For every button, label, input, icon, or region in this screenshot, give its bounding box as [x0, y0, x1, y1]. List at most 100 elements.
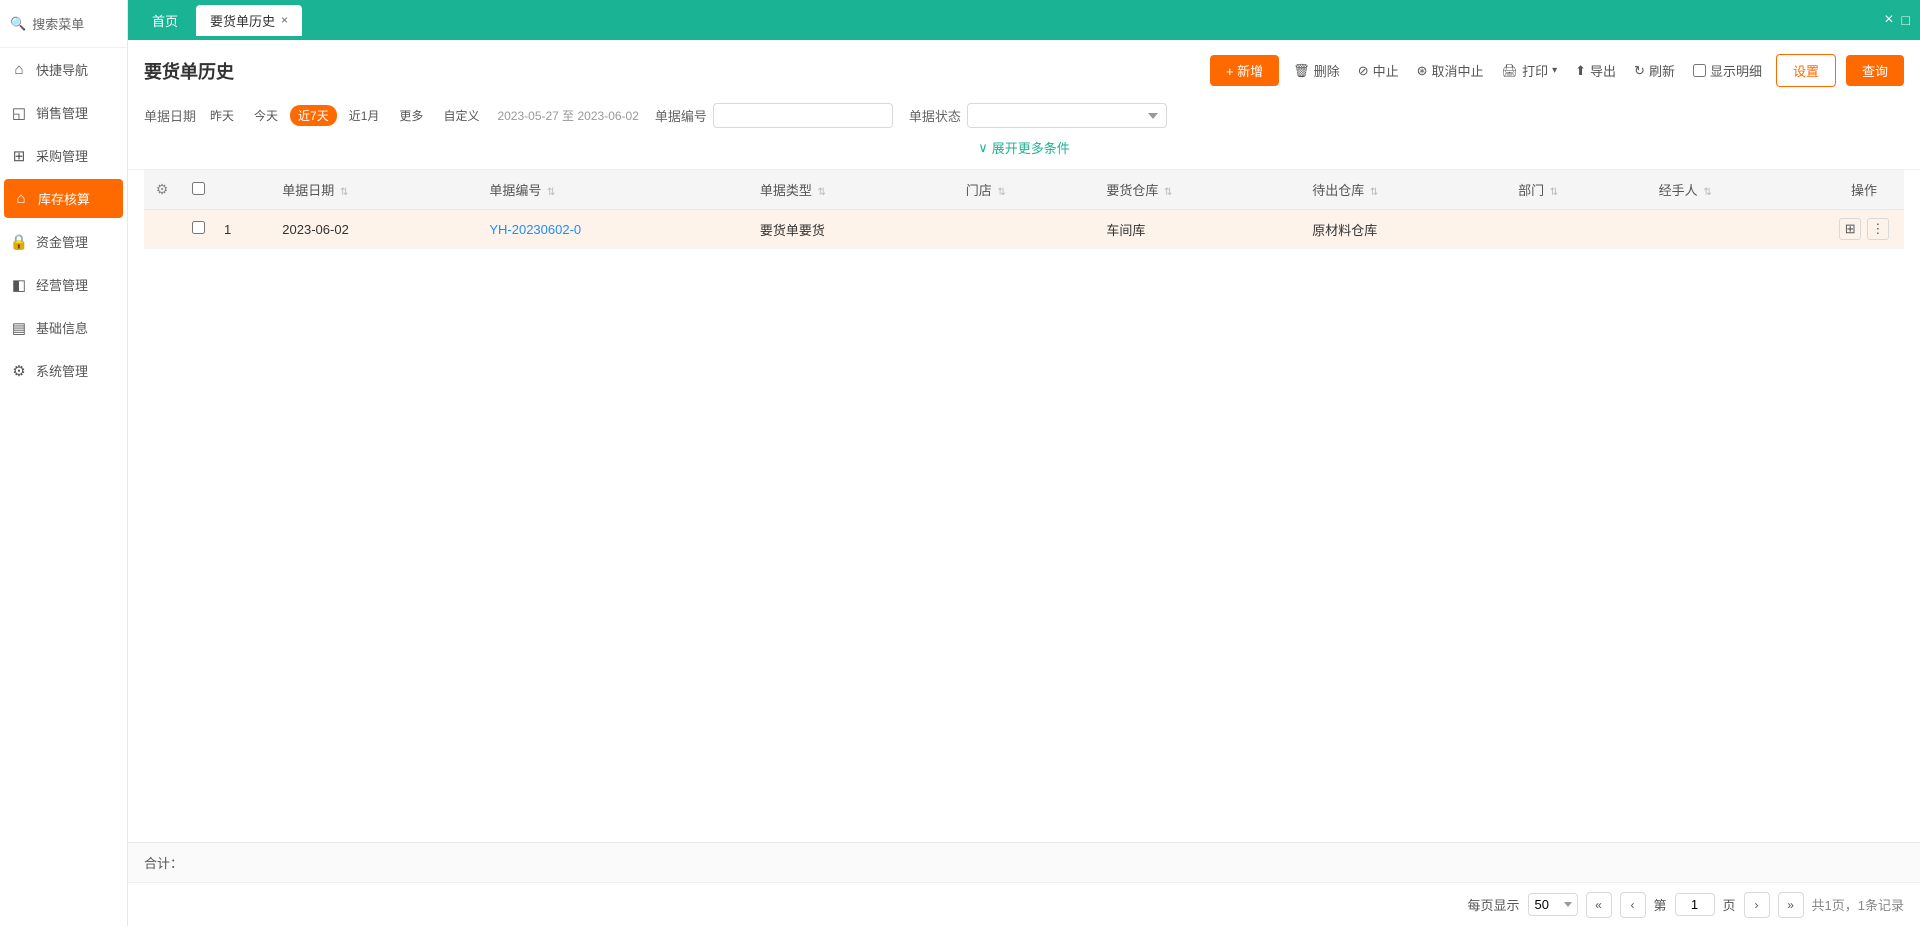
sort-pendingwh-icon[interactable]: ⇅: [1370, 187, 1378, 198]
cancel-suspend-button[interactable]: ⊛ 取消中止: [1413, 59, 1488, 82]
sidebar-item-label: 库存核算: [38, 189, 90, 208]
prev-page-button[interactable]: ‹: [1620, 892, 1646, 918]
date-btn-last7days[interactable]: 近7天: [290, 105, 337, 126]
row-store: [958, 210, 1099, 249]
sidebar-item-quick-nav[interactable]: ⌂ 快捷导航: [0, 48, 127, 91]
suspend-icon: ⊘: [1358, 63, 1369, 79]
tab-requisition-history-label: 要货单历史: [210, 11, 275, 30]
per-page-label: 每页显示: [1467, 895, 1519, 914]
date-filter-label: 单据日期: [144, 106, 196, 125]
status-filter: 单据状态: [909, 103, 1167, 128]
home-icon: ⌂: [10, 61, 28, 79]
sidebar-item-system[interactable]: ⚙ 系统管理: [0, 349, 127, 392]
cancel-suspend-icon: ⊛: [1417, 63, 1428, 79]
delete-icon: 🗑: [1293, 63, 1310, 79]
refresh-button[interactable]: ↻ 刷新: [1630, 59, 1679, 82]
row-req-warehouse: 车间库: [1098, 210, 1304, 249]
row-more-icon[interactable]: ⋮: [1867, 218, 1889, 240]
row-index: 1: [216, 210, 274, 249]
last-page-button[interactable]: »: [1778, 892, 1804, 918]
tab-close-icon[interactable]: ×: [281, 13, 288, 27]
first-page-button[interactable]: «: [1586, 892, 1612, 918]
doc-no-label: 单据编号: [655, 106, 707, 125]
sidebar-item-label: 系统管理: [36, 361, 88, 380]
row-pending-warehouse: 原材料仓库: [1304, 210, 1510, 249]
next-page-button[interactable]: ›: [1744, 892, 1770, 918]
sidebar-item-operations[interactable]: ◧ 经营管理: [0, 263, 127, 306]
page-suffix: 页: [1723, 895, 1736, 914]
refresh-icon: ↻: [1634, 63, 1645, 79]
table-footer: 合计：: [128, 842, 1920, 882]
col-ops: 操作: [1824, 170, 1904, 210]
status-select[interactable]: [967, 103, 1167, 128]
table-row: 1 2023-06-02 YH-20230602-0 要货单要货 车间库 原材料…: [144, 210, 1904, 249]
search-icon: 🔍: [10, 16, 26, 32]
sort-store-icon[interactable]: ⇅: [997, 187, 1005, 198]
page-total-info: 共1页，1条记录: [1812, 895, 1904, 914]
date-btn-yesterday[interactable]: 昨天: [202, 105, 242, 126]
window-close-button[interactable]: ×: [1884, 11, 1893, 29]
row-settings: [144, 210, 180, 249]
sidebar-item-label: 采购管理: [36, 146, 88, 165]
settings-button[interactable]: 设置: [1776, 54, 1836, 87]
add-button[interactable]: + 新增: [1210, 55, 1279, 86]
toolbar: + 新增 🗑 删除 ⊘ 中止 ⊛ 取消中止 🖨 打印 ▾: [1210, 54, 1904, 87]
page-input[interactable]: [1675, 893, 1715, 916]
table-area: ⚙ 单据日期 ⇅ 单据编号 ⇅: [128, 170, 1920, 842]
sidebar-item-label: 资金管理: [36, 232, 88, 251]
sidebar-item-label: 基础信息: [36, 318, 88, 337]
sort-reqwh-icon[interactable]: ⇅: [1164, 187, 1172, 198]
tab-requisition-history[interactable]: 要货单历史 ×: [196, 5, 302, 36]
sort-dept-icon[interactable]: ⇅: [1550, 187, 1558, 198]
date-btn-last1month[interactable]: 近1月: [341, 105, 388, 126]
query-button[interactable]: 查询: [1846, 55, 1904, 86]
sidebar-item-purchase[interactable]: ⊞ 采购管理: [0, 134, 127, 177]
system-icon: ⚙: [10, 362, 28, 380]
sidebar-item-finance[interactable]: 🔒 资金管理: [0, 220, 127, 263]
sort-doctype-icon[interactable]: ⇅: [818, 187, 826, 198]
sort-docno-icon[interactable]: ⇅: [547, 187, 555, 198]
sidebar-search[interactable]: 🔍 搜索菜单: [0, 0, 127, 48]
row-check[interactable]: [180, 210, 216, 249]
sidebar-item-inventory[interactable]: ⌂ 库存核算: [4, 179, 123, 218]
print-button[interactable]: 🖨 打印 ▾: [1498, 59, 1562, 82]
info-icon: ▤: [10, 319, 28, 337]
doc-no-input[interactable]: [713, 103, 893, 128]
page-header: 要货单历史 + 新增 🗑 删除 ⊘ 中止 ⊛ 取消中止 🖨 打印: [128, 40, 1920, 95]
date-btn-more[interactable]: 更多: [391, 105, 431, 126]
column-settings-icon[interactable]: ⚙: [156, 181, 169, 197]
expand-more-button[interactable]: ∨ 展开更多条件: [144, 134, 1904, 161]
col-handler: 经手人 ⇅: [1651, 170, 1824, 210]
sidebar-item-base-info[interactable]: ▤ 基础信息: [0, 306, 127, 349]
page-title: 要货单历史: [144, 58, 234, 84]
col-doc-no: 单据编号 ⇅: [481, 170, 752, 210]
date-range-display: 2023-05-27 至 2023-06-02: [497, 107, 638, 124]
show-detail-input[interactable]: [1693, 64, 1706, 77]
window-maximize-button[interactable]: □: [1902, 12, 1910, 28]
table-header-row: ⚙ 单据日期 ⇅ 单据编号 ⇅: [144, 170, 1904, 210]
sort-date-icon[interactable]: ⇅: [340, 187, 348, 198]
total-label: 合计：: [144, 856, 183, 871]
suspend-button[interactable]: ⊘ 中止: [1354, 59, 1403, 82]
export-button[interactable]: ⬆ 导出: [1571, 59, 1620, 82]
sort-handler-icon[interactable]: ⇅: [1703, 187, 1711, 198]
tab-home[interactable]: 首页: [138, 5, 192, 36]
topbar-right: × □: [1884, 11, 1910, 29]
sidebar-item-sales[interactable]: ◱ 销售管理: [0, 91, 127, 134]
per-page-select[interactable]: 50 10 20 100: [1528, 893, 1578, 916]
row-edit-icon[interactable]: ⊞: [1839, 218, 1861, 240]
select-all-checkbox[interactable]: [192, 182, 205, 195]
cart-icon: ⊞: [10, 147, 28, 165]
show-detail-checkbox[interactable]: 显示明细: [1689, 59, 1766, 82]
delete-button[interactable]: 🗑 删除: [1289, 59, 1344, 82]
date-btn-custom[interactable]: 自定义: [435, 105, 487, 126]
sidebar-item-label: 销售管理: [36, 103, 88, 122]
row-doc-type: 要货单要货: [752, 210, 958, 249]
doc-no-link[interactable]: YH-20230602-0: [489, 222, 581, 237]
content-area: 要货单历史 + 新增 🗑 删除 ⊘ 中止 ⊛ 取消中止 🖨 打印: [128, 40, 1920, 926]
sidebar: 🔍 搜索菜单 ⌂ 快捷导航 ◱ 销售管理 ⊞ 采购管理 ⌂ 库存核算 🔒 资金管…: [0, 0, 128, 926]
date-btn-today[interactable]: 今天: [246, 105, 286, 126]
date-buttons: 昨天 今天 近7天 近1月 更多 自定义: [202, 105, 487, 126]
col-store: 门店 ⇅: [958, 170, 1099, 210]
date-filter: 单据日期 昨天 今天 近7天 近1月 更多 自定义 2023-05-27 至 2…: [144, 105, 639, 126]
